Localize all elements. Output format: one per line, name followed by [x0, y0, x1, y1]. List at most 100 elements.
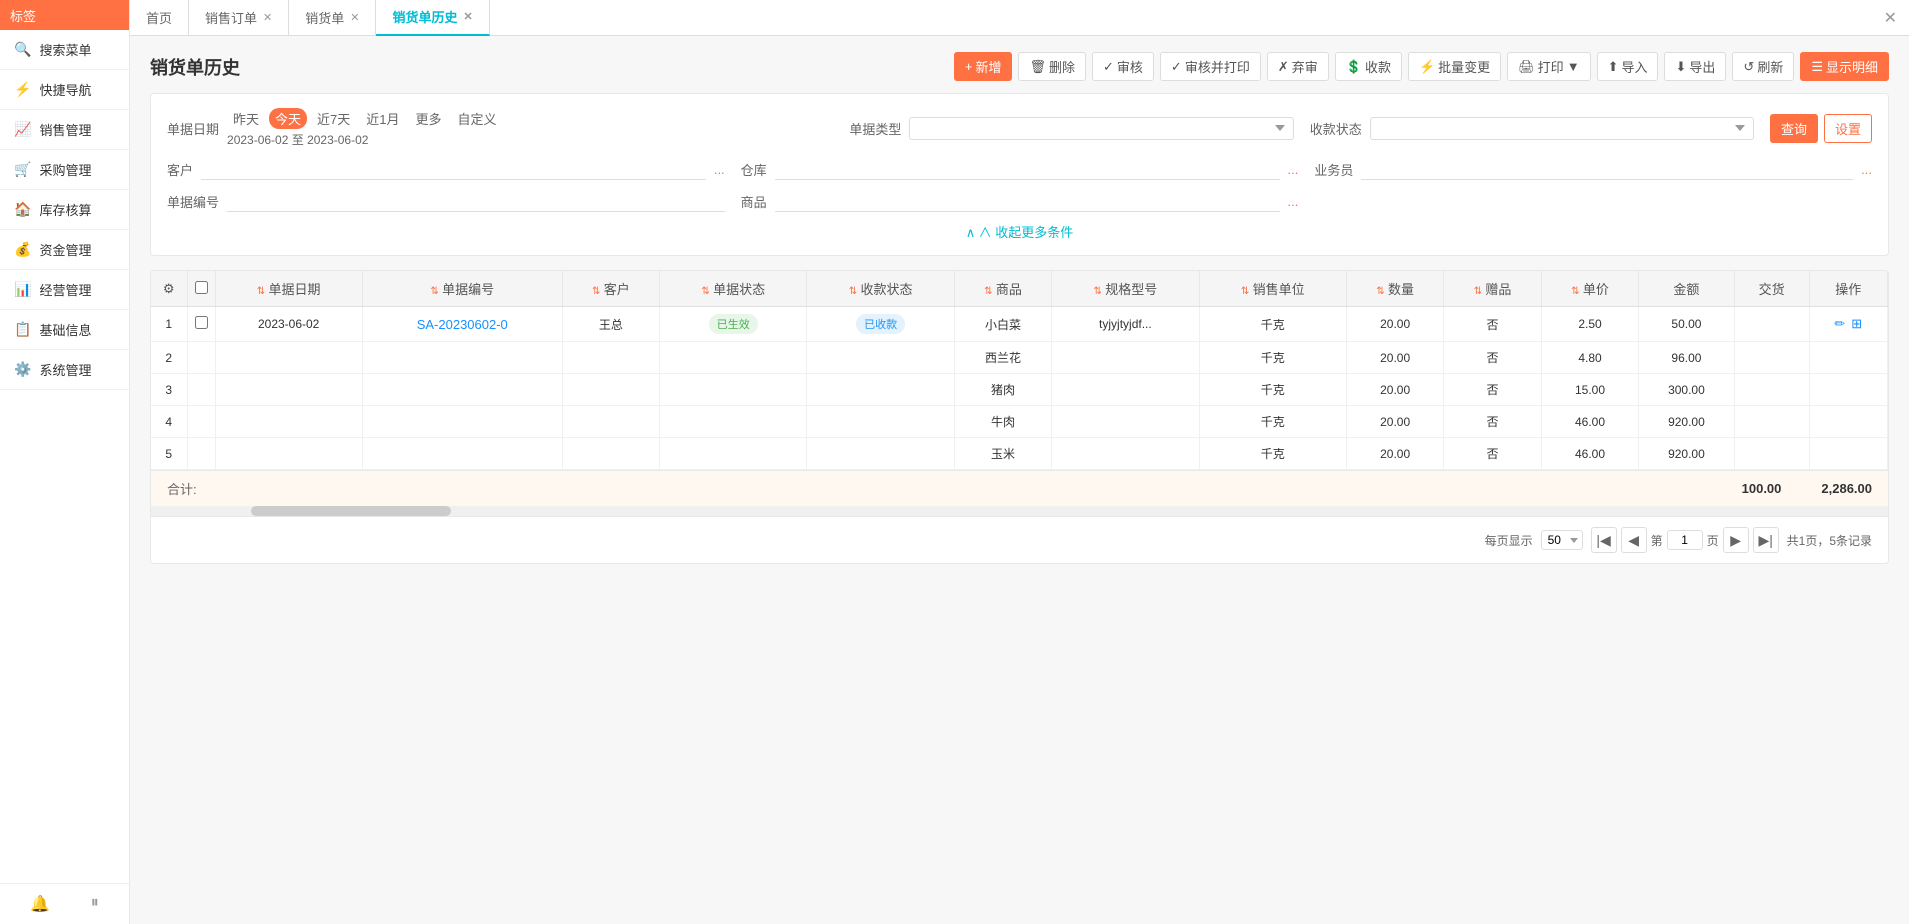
- row1-copy-icon[interactable]: ⊞: [1851, 316, 1862, 332]
- customer-sort-icon[interactable]: ⇅: [592, 286, 600, 297]
- abandon-button[interactable]: ✗ 弃审: [1267, 52, 1329, 81]
- row4-doc-no: [362, 406, 562, 438]
- row4-check[interactable]: [187, 406, 215, 438]
- row1-check[interactable]: [187, 307, 215, 342]
- collapse-btn[interactable]: ∧ ∧ 收起更多条件: [167, 222, 1872, 241]
- first-page-btn[interactable]: |◀: [1591, 527, 1617, 553]
- sidebar-item-label: 快捷导航: [39, 80, 91, 99]
- salesperson-input[interactable]: [1361, 158, 1853, 180]
- import-button[interactable]: ⬆ 导入: [1597, 52, 1659, 81]
- doc-type-select[interactable]: [909, 117, 1293, 140]
- sidebar-item-inventory[interactable]: 🏠 库存核算: [0, 190, 129, 230]
- chip-today[interactable]: 今天: [269, 108, 307, 129]
- spec-sort-icon[interactable]: ⇅: [1094, 286, 1102, 297]
- qty-sort-icon[interactable]: ⇅: [1376, 286, 1384, 297]
- row5-check[interactable]: [187, 438, 215, 470]
- print-icon: 🖨: [1518, 59, 1535, 75]
- row3-check[interactable]: [187, 374, 215, 406]
- row1-amount: 50.00: [1639, 307, 1734, 342]
- sidebar-item-quick-nav[interactable]: ⚡ 快捷导航: [0, 70, 129, 110]
- collect-button[interactable]: 💲 收款: [1335, 52, 1402, 81]
- row2-collect-status: [807, 342, 954, 374]
- export-button[interactable]: ⬇ 导出: [1664, 52, 1726, 81]
- row3-transaction: [1734, 374, 1809, 406]
- warehouse-ellipsis[interactable]: ...: [1288, 162, 1299, 177]
- unit-sort-icon[interactable]: ⇅: [1241, 286, 1249, 297]
- prev-page-btn[interactable]: ◀: [1621, 527, 1647, 553]
- sidebar-bottom-icon1[interactable]: 🔔: [30, 894, 50, 914]
- next-page-btn[interactable]: ▶: [1723, 527, 1749, 553]
- collapse-icon: ∧: [966, 225, 976, 240]
- chip-1month[interactable]: 近1月: [360, 108, 405, 129]
- row5-num: 5: [151, 438, 187, 470]
- goods-sort-icon[interactable]: ⇅: [984, 286, 992, 297]
- refresh-button[interactable]: ↺ 刷新: [1732, 52, 1794, 81]
- select-all-checkbox[interactable]: [195, 281, 208, 294]
- filter-collect-status: 收款状态: [1310, 117, 1754, 140]
- row1-collect-status: 已收款: [807, 307, 954, 342]
- horizontal-scrollbar[interactable]: [151, 506, 1888, 516]
- sidebar-item-finance[interactable]: 💰 资金管理: [0, 230, 129, 270]
- new-button[interactable]: + 新增: [954, 52, 1013, 81]
- sidebar-item-sys-admin[interactable]: ⚙️ 系统管理: [0, 350, 129, 390]
- doc-no-input[interactable]: [227, 190, 725, 212]
- unit-price-sort-icon[interactable]: ⇅: [1571, 286, 1579, 297]
- row1-doc-no[interactable]: SA-20230602-0: [362, 307, 562, 342]
- salesperson-ellipsis[interactable]: ...: [1861, 162, 1872, 177]
- row5-qty: 20.00: [1346, 438, 1443, 470]
- chip-7days[interactable]: 近7天: [311, 108, 356, 129]
- tab-bar-close[interactable]: ✕: [1872, 8, 1909, 28]
- collect-status-select[interactable]: [1370, 117, 1754, 140]
- tab-sales-goods[interactable]: 销货单 ✕: [289, 0, 376, 36]
- sidebar-item-basic-info[interactable]: 📋 基础信息: [0, 310, 129, 350]
- last-page-btn[interactable]: ▶|: [1753, 527, 1779, 553]
- tab-sales-order[interactable]: 销售订单 ✕: [189, 0, 289, 36]
- chip-more[interactable]: 更多: [410, 108, 448, 129]
- page-input[interactable]: [1667, 530, 1703, 550]
- col-gear[interactable]: ⚙: [151, 271, 187, 307]
- row4-amount: 920.00: [1639, 406, 1734, 438]
- row1-edit-icon[interactable]: ✏: [1834, 316, 1845, 332]
- show-detail-button[interactable]: ☰ 显示明细: [1800, 52, 1889, 81]
- col-check[interactable]: [187, 271, 215, 307]
- tab-sales-order-close[interactable]: ✕: [263, 11, 272, 24]
- table-body: 1 2023-06-02 SA-20230602-0 王总 已生效 已收款 小白…: [151, 307, 1888, 470]
- query-button[interactable]: 查询: [1770, 114, 1818, 143]
- tab-sales-history-close[interactable]: ✕: [464, 10, 473, 23]
- tab-sales-history[interactable]: 销货单历史 ✕: [376, 0, 489, 36]
- sidebar-bottom-icon2[interactable]: ⏸: [91, 894, 99, 914]
- sidebar-item-sales-mgmt[interactable]: 📈 销售管理: [0, 110, 129, 150]
- doc-status-sort-icon[interactable]: ⇅: [701, 286, 709, 297]
- doc-no-sort-icon[interactable]: ⇅: [430, 286, 438, 297]
- warehouse-input[interactable]: [775, 158, 1280, 180]
- sidebar-item-search-menu[interactable]: 🔍 搜索菜单: [0, 30, 129, 70]
- review-print-icon: ✓: [1171, 59, 1182, 75]
- scrollbar-thumb[interactable]: [251, 506, 451, 516]
- review-button[interactable]: ✓ 审核: [1092, 52, 1154, 81]
- customer-input[interactable]: [201, 158, 706, 180]
- per-page-select[interactable]: 50: [1541, 530, 1583, 550]
- goods-input[interactable]: [775, 190, 1280, 212]
- row2-check[interactable]: [187, 342, 215, 374]
- review-print-button[interactable]: ✓ 审核并打印: [1160, 52, 1261, 81]
- sidebar-item-operations[interactable]: 📊 经营管理: [0, 270, 129, 310]
- collect-status-sort-icon[interactable]: ⇅: [849, 286, 857, 297]
- tab-home[interactable]: 首页: [130, 0, 189, 36]
- filter-salesperson: 业务员 ...: [1314, 158, 1872, 180]
- print-button[interactable]: 🖨 打印 ▼: [1507, 52, 1590, 81]
- chip-custom[interactable]: 自定义: [452, 108, 503, 129]
- sidebar-item-purchase-mgmt[interactable]: 🛒 采购管理: [0, 150, 129, 190]
- delete-button[interactable]: 🗑 删除: [1018, 52, 1086, 81]
- tab-sales-goods-close[interactable]: ✕: [350, 11, 359, 24]
- row1-qty: 20.00: [1346, 307, 1443, 342]
- batch-change-button[interactable]: ⚡ 批量变更: [1408, 52, 1501, 81]
- chip-yesterday[interactable]: 昨天: [227, 108, 265, 129]
- doc-date-sort-icon[interactable]: ⇅: [257, 286, 265, 297]
- settings-button[interactable]: 设置: [1824, 114, 1872, 143]
- goods-ellipsis[interactable]: ...: [1288, 194, 1299, 209]
- customer-ellipsis[interactable]: ...: [714, 162, 725, 177]
- table-gear-icon[interactable]: ⚙: [163, 281, 175, 296]
- row1-checkbox[interactable]: [195, 316, 208, 329]
- row3-collect-status: [807, 374, 954, 406]
- gift-sort-icon[interactable]: ⇅: [1474, 286, 1482, 297]
